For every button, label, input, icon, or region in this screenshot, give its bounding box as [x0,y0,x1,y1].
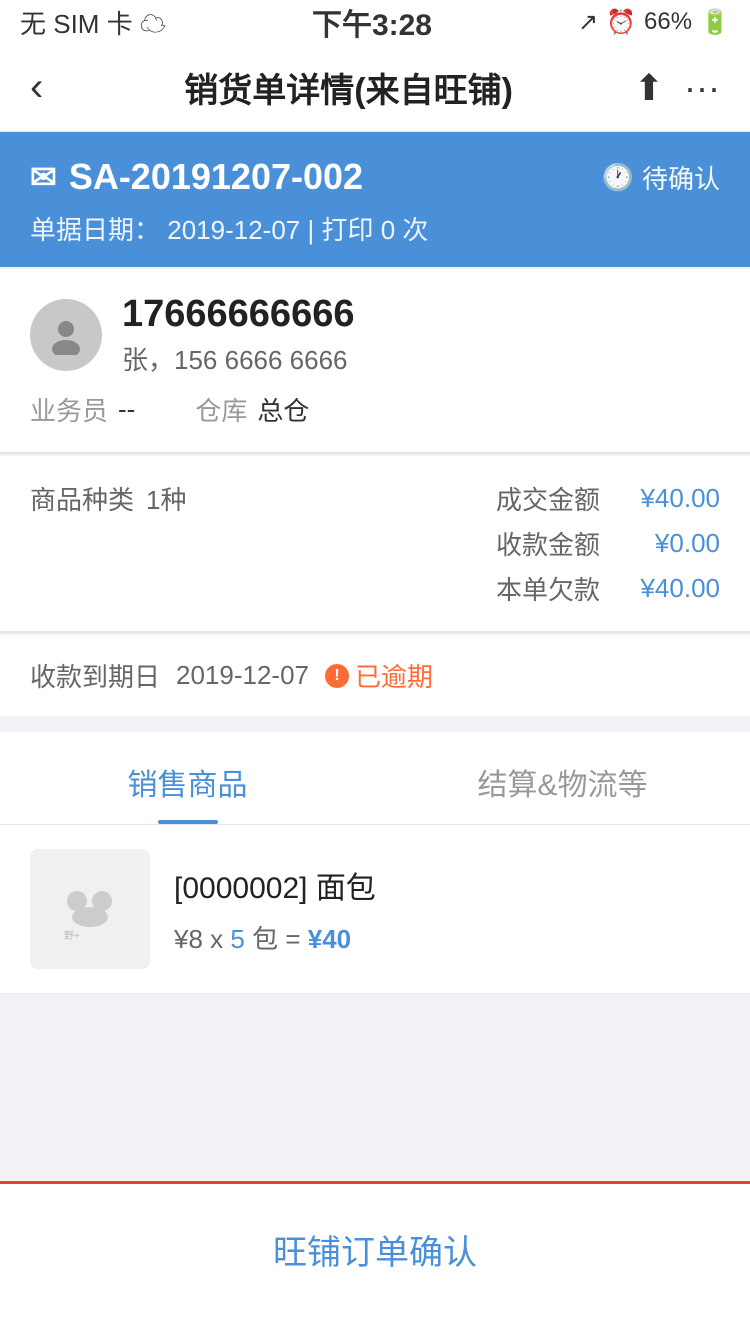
amount-value-0: ¥40.00 [620,483,720,514]
avatar [30,299,102,371]
tab-products[interactable]: 销售商品 [0,732,375,824]
product-title: 面包 [316,872,376,905]
amount-value-2: ¥40.00 [620,573,720,604]
product-unit: 包 [252,924,278,954]
product-equals-symbol: = [285,924,307,954]
salesperson-label: 业务员 [30,391,108,428]
confirm-btn-wrapper: 旺铺订单确认 [0,1181,750,1334]
overdue-warning-icon: ! [325,664,349,688]
amount-label-2: 本单欠款 [496,570,600,607]
product-total: ¥40 [308,924,351,954]
order-print-count: 0 [381,215,395,245]
battery-icon: 🔋 [700,8,730,37]
location-icon: ↗ [578,8,598,37]
amount-value-1: ¥0.00 [620,528,720,559]
page-title: 销货单详情(来自旺铺) [63,63,634,112]
tabs-section: 销售商品 结算&物流等 [0,732,750,825]
order-date-value: 2019-12-07 [167,215,300,245]
order-envelope-icon: ✉ [30,158,57,196]
divider-1 [0,452,750,454]
summary-row-0: 成交金额 ¥40.00 [496,480,720,517]
status-bar: 无 SIM 卡 ☁ 下午3:28 ↗ ⏰ 66% 🔋 [0,0,750,44]
divider-2 [0,631,750,633]
share-button[interactable]: ⬆ [634,67,664,109]
category-value: 1种 [146,480,186,517]
product-name: [0000002] 面包 [174,863,720,907]
overdue-text: 已逾期 [355,657,433,694]
summary-row-2: 本单欠款 ¥40.00 [496,570,720,607]
warehouse-label: 仓库 [195,391,247,428]
svg-text:野+: 野+ [64,930,80,942]
product-qty: 5 [230,924,244,954]
category-field: 商品种类 1种 [30,480,186,517]
summary-card: 商品种类 1种 成交金额 ¥40.00 收款金额 ¥0.00 本单欠款 ¥40.… [0,456,750,631]
overdue-badge: ! 已逾期 [325,657,433,694]
salesperson-value: -- [118,394,135,425]
status-right: ↗ ⏰ 66% 🔋 [578,8,730,37]
order-id: ✉ SA-20191207-002 [30,156,363,198]
category-label: 商品种类 [30,480,134,517]
product-thumbnail: 野+ [30,849,150,969]
tabs-row: 销售商品 结算&物流等 [0,732,750,824]
order-date-row: 单据日期： 2019-12-07 | 打印 0 次 [30,210,720,247]
nav-actions: ⬆ ··· [634,67,720,109]
customer-phone: 17666666666 [122,293,354,336]
warehouse-value: 总仓 [257,391,309,428]
status-time: 下午3:28 [312,0,432,44]
order-date-label: 单据日期： [30,215,160,245]
alarm-icon: ⏰ [606,8,636,37]
customer-name: 张，156 6666 6666 [122,340,354,377]
order-status: 🕐 待确认 [602,159,720,196]
product-multiply-symbol: x [210,924,230,954]
table-row: 野+ [0000002] 面包 ¥8 x 5 包 = ¥40 [0,825,750,994]
back-button[interactable]: ‹ [30,65,43,110]
order-status-text: 待确认 [642,159,720,196]
due-date-value: 2019-12-07 [176,660,309,691]
sim-label: 无 SIM 卡 ☁ [20,4,166,41]
more-button[interactable]: ··· [684,67,720,109]
due-date-card: 收款到期日 2019-12-07 ! 已逾期 [0,635,750,716]
product-unit-price: ¥8 [174,924,203,954]
due-date-label: 收款到期日 [30,657,160,694]
tab-settlement[interactable]: 结算&物流等 [375,732,750,824]
order-id-text: SA-20191207-002 [69,156,363,198]
product-price-row: ¥8 x 5 包 = ¥40 [174,919,720,956]
customer-card: 17666666666 张，156 6666 6666 业务员 -- 仓库 总仓 [0,269,750,452]
amount-label-0: 成交金额 [496,480,600,517]
order-date-separator: | [307,215,321,245]
summary-row-1: 收款金额 ¥0.00 [496,525,720,562]
status-left: 无 SIM 卡 ☁ [20,4,166,41]
order-print-unit: 次 [402,215,428,245]
warehouse-field: 仓库 总仓 [195,391,309,428]
order-print-label: 打印 [321,215,373,245]
product-code: [0000002] [174,872,307,905]
clock-icon: 🕐 [602,162,634,193]
customer-meta: 业务员 -- 仓库 总仓 [30,391,720,428]
salesperson-field: 业务员 -- [30,391,135,428]
summary-amounts: 成交金额 ¥40.00 收款金额 ¥0.00 本单欠款 ¥40.00 [496,480,720,607]
nav-bar: ‹ 销货单详情(来自旺铺) ⬆ ··· [0,44,750,132]
confirm-order-button[interactable]: 旺铺订单确认 [30,1204,720,1294]
product-list: 野+ [0000002] 面包 ¥8 x 5 包 = ¥40 [0,825,750,994]
order-header: ✉ SA-20191207-002 🕐 待确认 单据日期： 2019-12-07… [0,132,750,267]
amount-label-1: 收款金额 [496,525,600,562]
battery-label: 66% [644,8,692,36]
product-info: [0000002] 面包 ¥8 x 5 包 = ¥40 [174,863,720,956]
